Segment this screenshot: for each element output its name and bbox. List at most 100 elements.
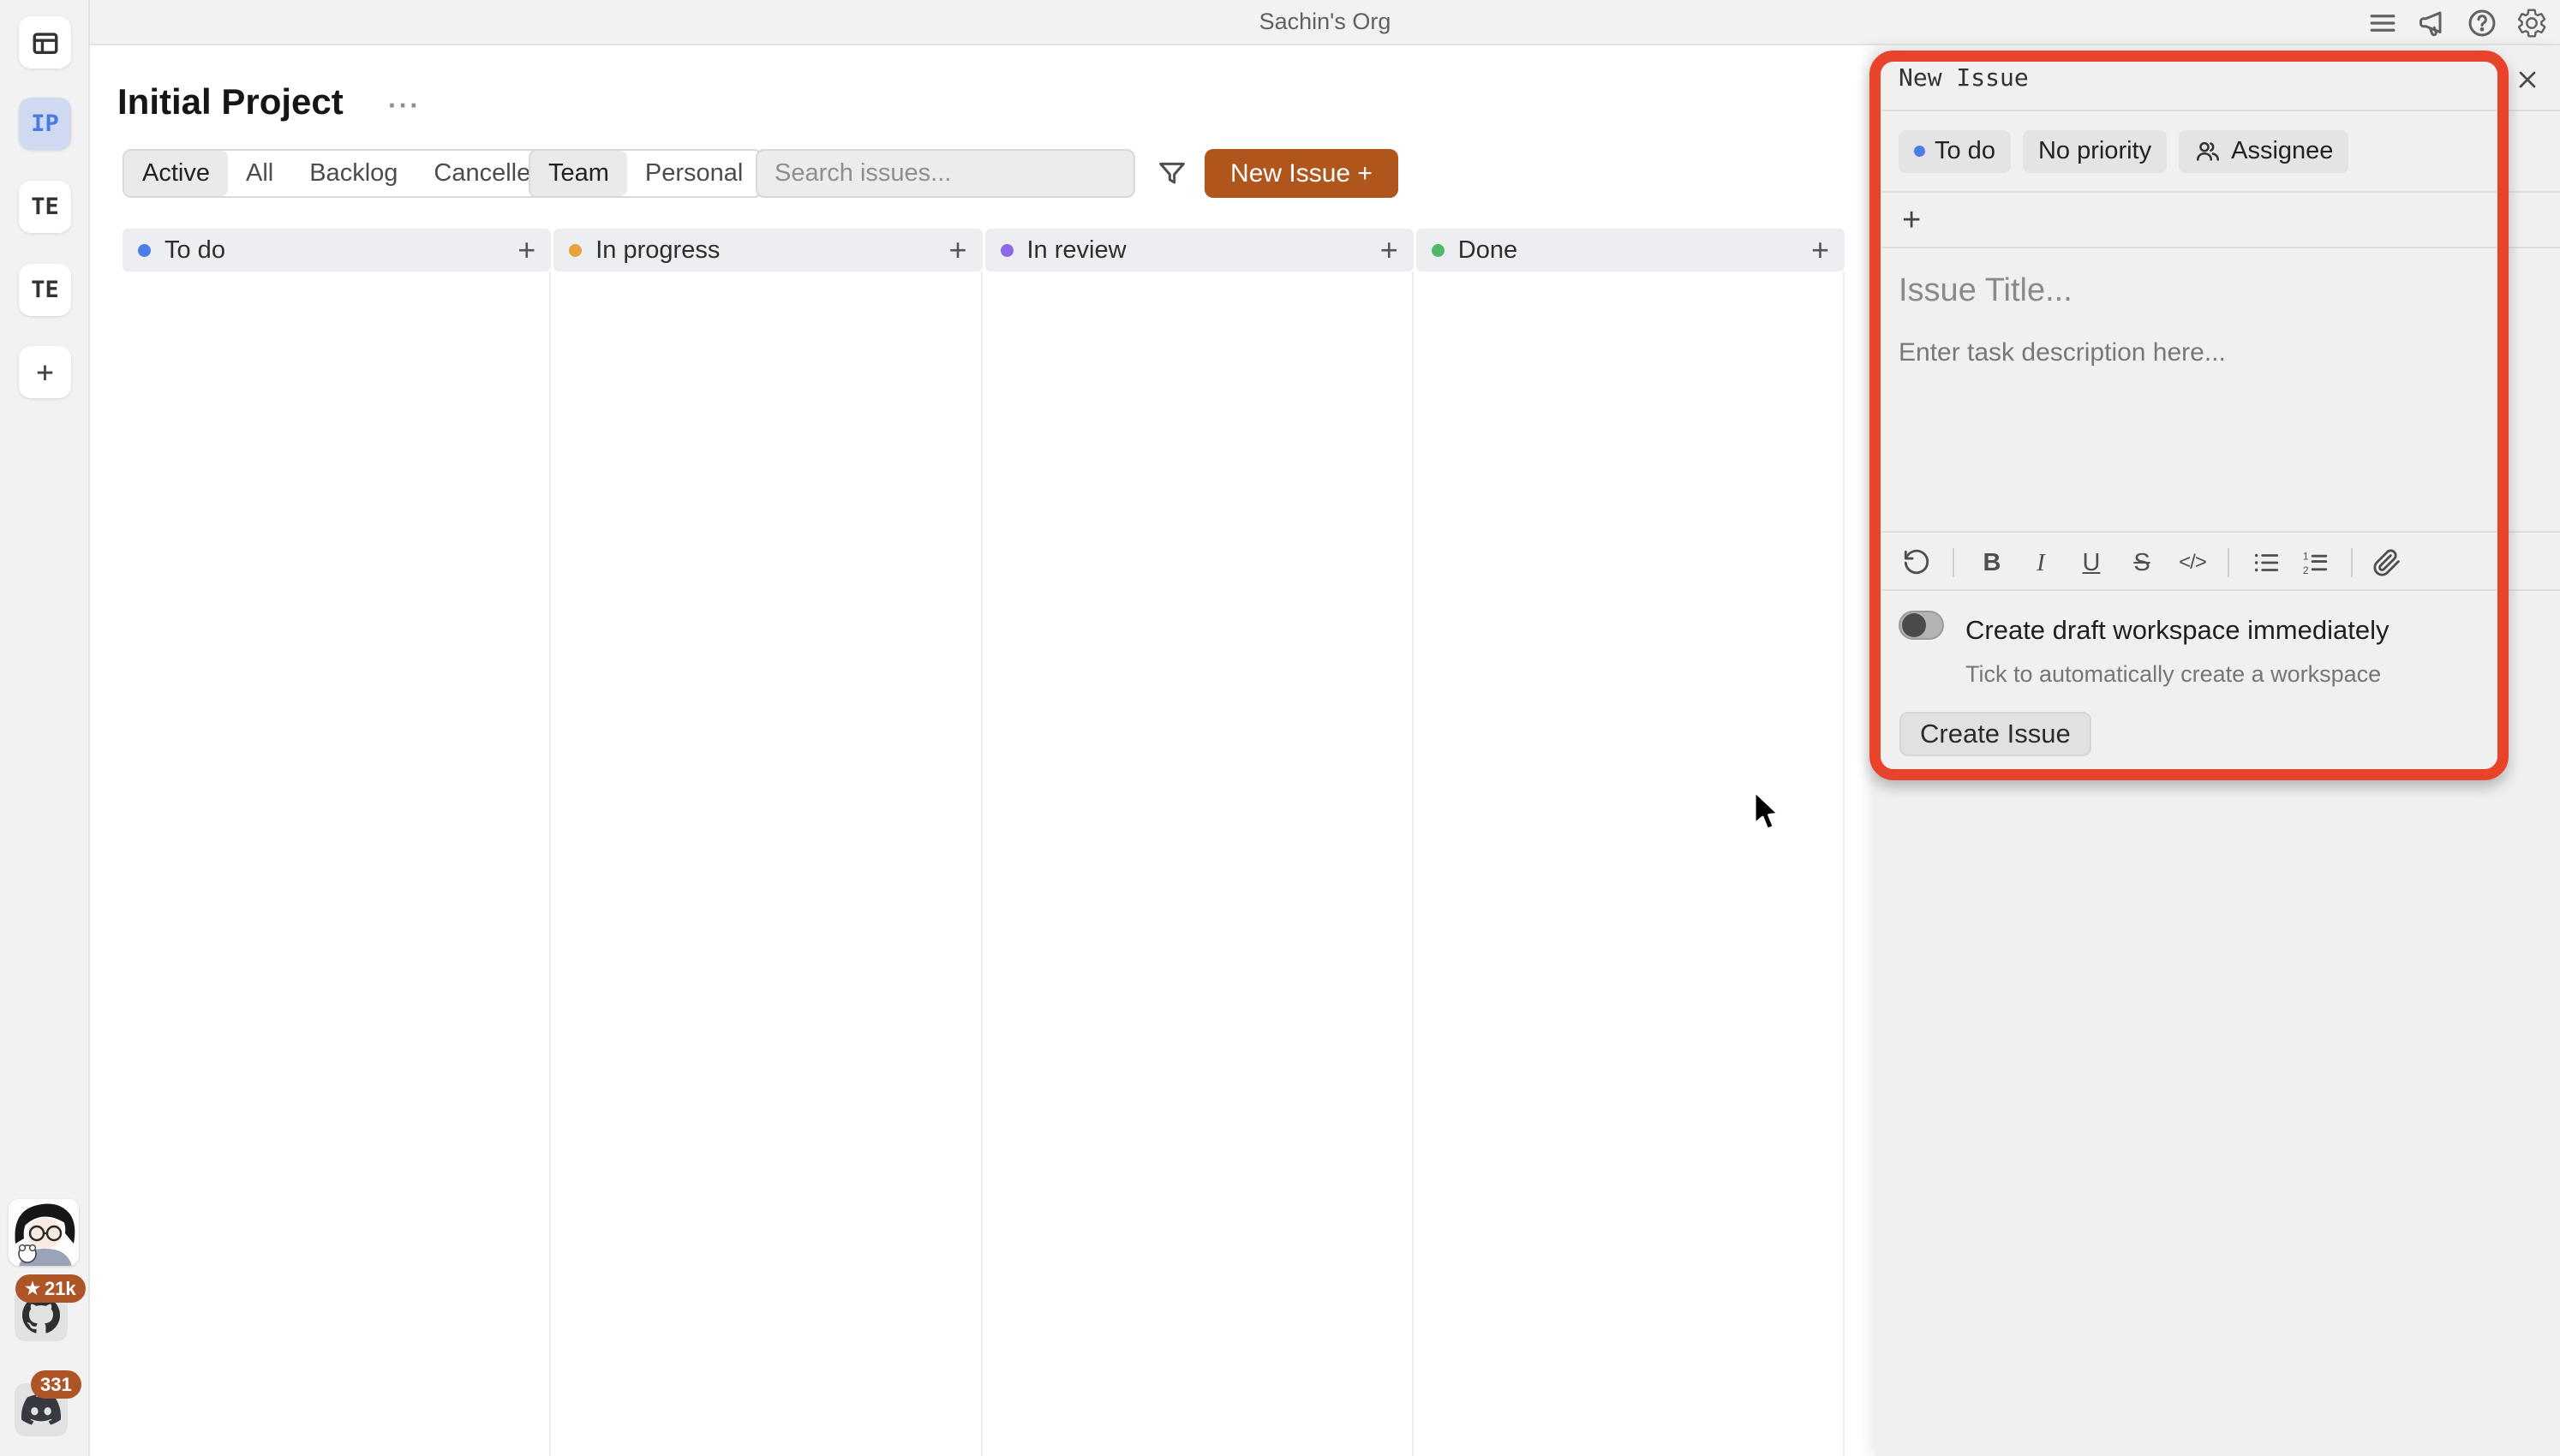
- sidebar-dashboard-button[interactable]: [19, 16, 71, 69]
- add-issue-button[interactable]: +: [1811, 235, 1829, 266]
- code-button[interactable]: </>: [2175, 546, 2210, 580]
- sidebar-item-team-1[interactable]: TE: [19, 181, 71, 233]
- team-initials: TE: [31, 194, 59, 220]
- toggle-knob: [1902, 613, 1926, 637]
- github-stars-badge: ★ 21k: [15, 1274, 86, 1303]
- close-panel-button[interactable]: [2510, 63, 2545, 97]
- priority-chip[interactable]: No priority: [2023, 130, 2167, 173]
- status-dot-icon: [1432, 244, 1444, 257]
- scope-filter-group: Team Personal: [529, 149, 763, 198]
- numbered-list-icon: 1 2: [2300, 548, 2330, 577]
- numbered-list-button[interactable]: 1 2: [2298, 546, 2332, 580]
- issue-title-input[interactable]: [1899, 270, 2490, 311]
- filter-all[interactable]: All: [228, 151, 291, 196]
- toolbar-divider: [2228, 548, 2229, 577]
- column-header: In progress +: [553, 229, 982, 272]
- filter-team[interactable]: Team: [530, 151, 627, 196]
- column-done: Done +: [1416, 229, 1845, 1456]
- page-title: Initial Project: [117, 81, 344, 122]
- add-property-button[interactable]: +: [1902, 201, 1921, 239]
- status-dot-icon: [569, 244, 582, 257]
- strikethrough-button[interactable]: S: [2125, 546, 2159, 580]
- svg-text:1: 1: [2303, 550, 2309, 562]
- panel-title: New Issue: [1899, 45, 2029, 110]
- column-body: [1416, 272, 1845, 1456]
- assignee-chip[interactable]: Assignee: [2179, 130, 2348, 173]
- add-property-row: +: [1875, 193, 2560, 248]
- add-issue-button[interactable]: +: [1380, 235, 1398, 266]
- top-header: Sachin's Org: [90, 0, 2560, 45]
- italic-button[interactable]: I: [2024, 546, 2058, 580]
- column-header: Done +: [1416, 229, 1845, 272]
- help-button[interactable]: [2466, 7, 2498, 39]
- column-header: To do +: [123, 229, 551, 272]
- column-label: In review: [1027, 236, 1127, 265]
- column-in-progress: In progress +: [553, 229, 982, 1456]
- settings-button[interactable]: [2515, 7, 2548, 39]
- github-stars-count: 21k: [45, 1278, 76, 1300]
- status-filter-group: Active All Backlog Cancelled: [123, 149, 564, 198]
- new-issue-panel: New Issue To do No priority: [1875, 45, 2560, 1456]
- status-chip[interactable]: To do: [1899, 130, 2011, 173]
- column-label: To do: [164, 236, 225, 265]
- bullet-list-button[interactable]: [2249, 546, 2283, 580]
- undo-button[interactable]: [1899, 546, 1934, 580]
- discord-member-count: 331: [40, 1374, 72, 1396]
- priority-chip-label: No priority: [2038, 137, 2151, 165]
- svg-text:2: 2: [2303, 564, 2309, 576]
- toolbar-divider: [2351, 548, 2353, 577]
- column-label: Done: [1458, 236, 1517, 265]
- attachment-button[interactable]: [2370, 546, 2404, 580]
- underline-button[interactable]: U: [2074, 546, 2108, 580]
- add-issue-button[interactable]: +: [948, 235, 966, 266]
- menu-button[interactable]: [2366, 7, 2399, 39]
- star-icon: ★: [25, 1280, 40, 1298]
- toolbar-divider: [1953, 548, 1954, 577]
- help-icon: [2467, 8, 2497, 39]
- column-body: [123, 272, 551, 1456]
- attachment-icon: [2372, 548, 2401, 577]
- bold-button[interactable]: B: [1975, 546, 2009, 580]
- sidebar-add-workspace-button[interactable]: +: [19, 346, 71, 398]
- assignee-chip-label: Assignee: [2231, 137, 2333, 165]
- discord-count-badge: 331: [31, 1370, 81, 1399]
- kanban-board: To do + In progress + In review +: [123, 229, 1845, 1456]
- status-chip-label: To do: [1935, 137, 1995, 165]
- undo-icon: [1902, 548, 1931, 577]
- filter-funnel-icon[interactable]: [1155, 157, 1189, 191]
- issue-properties-row: To do No priority Assignee: [1875, 111, 2560, 193]
- avatar-image: [9, 1199, 79, 1266]
- workspace-initials: IP: [31, 110, 59, 137]
- draft-toggle-hint: Tick to automatically create a workspace: [1965, 660, 2381, 688]
- user-avatar[interactable]: [9, 1199, 79, 1266]
- project-menu-button[interactable]: ···: [388, 90, 421, 122]
- close-icon: [2514, 66, 2541, 93]
- column-to-do: To do +: [123, 229, 551, 1456]
- status-dot-icon: [1001, 244, 1014, 257]
- sidebar-item-initial-project[interactable]: IP: [19, 98, 71, 150]
- search-input[interactable]: [756, 149, 1135, 198]
- app-root: IP TE TE +: [0, 0, 2560, 1456]
- status-dot-icon: [1914, 146, 1925, 157]
- column-label: In progress: [595, 236, 720, 265]
- filter-personal[interactable]: Personal: [627, 151, 761, 196]
- filter-backlog[interactable]: Backlog: [291, 151, 416, 196]
- filter-active[interactable]: Active: [124, 151, 228, 196]
- assignee-users-icon: [2194, 138, 2222, 165]
- draft-workspace-toggle[interactable]: [1899, 611, 1944, 640]
- bullet-list-icon: [2252, 548, 2281, 577]
- status-dot-icon: [138, 244, 151, 257]
- new-issue-button[interactable]: New Issue +: [1205, 149, 1398, 198]
- column-body: [553, 272, 982, 1456]
- column-body: [985, 272, 1414, 1456]
- create-issue-button[interactable]: Create Issue: [1899, 712, 2091, 756]
- sidebar: IP TE TE +: [0, 0, 90, 1456]
- issue-description-input[interactable]: [1899, 338, 2490, 518]
- announcements-button[interactable]: [2416, 7, 2449, 39]
- hamburger-icon: [2367, 8, 2398, 39]
- layout-icon: [31, 28, 60, 57]
- sidebar-item-team-2[interactable]: TE: [19, 264, 71, 316]
- gear-icon: [2515, 7, 2548, 39]
- draft-toggle-label: Create draft workspace immediately: [1965, 616, 2389, 645]
- add-issue-button[interactable]: +: [517, 235, 535, 266]
